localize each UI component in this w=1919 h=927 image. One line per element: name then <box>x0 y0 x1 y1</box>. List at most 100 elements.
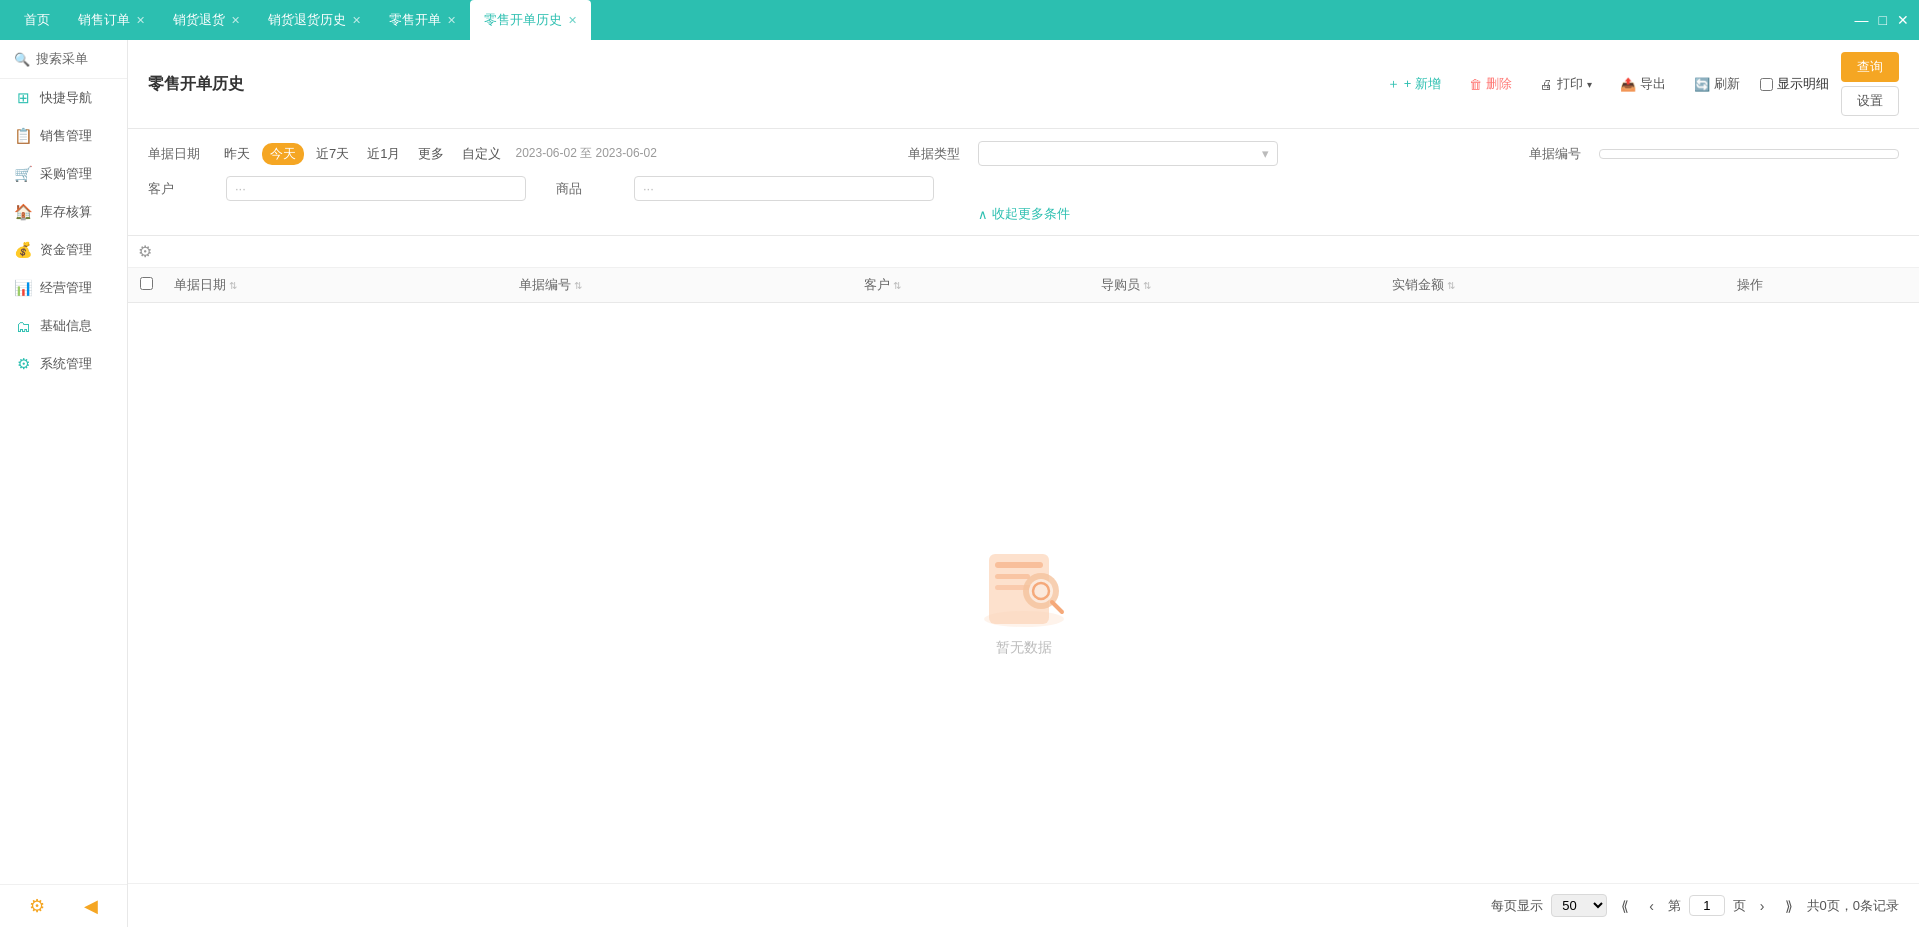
pagination-bar: 每页显示 102050100 ⟪ ‹ 第 页 › ⟫ 共0页，0条记录 <box>128 883 1919 927</box>
tab-close-icon[interactable]: ✕ <box>568 14 577 27</box>
page-suffix: 页 <box>1733 897 1746 915</box>
tab-close-icon[interactable]: ✕ <box>447 14 456 27</box>
tab-sales-order[interactable]: 销售订单✕ <box>64 0 159 40</box>
header-col-action: 操作 <box>1727 268 1919 303</box>
sidebar-purchase-label: 采购管理 <box>40 165 92 183</box>
per-page-select[interactable]: 102050100 <box>1551 894 1607 917</box>
last-page-btn[interactable]: ⟫ <box>1779 896 1799 916</box>
type-select-chevron: ▾ <box>1262 146 1269 161</box>
print-chevron-icon: ▾ <box>1587 79 1592 90</box>
sidebar-item-system[interactable]: ⚙ 系统管理 <box>0 345 127 383</box>
tab-home[interactable]: 首页 <box>10 0 64 40</box>
goods-placeholder: ··· <box>643 181 654 196</box>
tab-close-icon[interactable]: ✕ <box>136 14 145 27</box>
sidebar-item-sales[interactable]: 📋 销售管理 <box>0 117 127 155</box>
main-layout: 🔍 搜索采单 ⊞ 快捷导航 📋 销售管理 🛒 采购管理 🏠 库存核算 💰 资金管… <box>0 40 1919 927</box>
header-col-number[interactable]: 单据编号 ⇅ <box>509 268 854 303</box>
date-opt-近7天[interactable]: 近7天 <box>310 143 355 165</box>
sidebar-operation-label: 经营管理 <box>40 279 92 297</box>
customer-placeholder: ··· <box>235 181 246 196</box>
add-label: + 新增 <box>1404 75 1441 93</box>
total-info: 共0页，0条记录 <box>1807 897 1899 915</box>
export-button[interactable]: 📤 导出 <box>1612 71 1674 97</box>
display-detail-checkbox[interactable] <box>1760 78 1773 91</box>
sidebar-quick-nav-label: 快捷导航 <box>40 89 92 107</box>
col-label-guide: 导购员 <box>1101 277 1140 292</box>
window-close-btn[interactable]: ✕ <box>1897 12 1909 28</box>
number-filter-input[interactable] <box>1599 149 1899 159</box>
delete-label: 删除 <box>1486 75 1512 93</box>
refresh-icon: 🔄 <box>1694 77 1710 92</box>
date-opt-近1月[interactable]: 近1月 <box>361 143 406 165</box>
date-filter-label: 单据日期 <box>148 145 218 163</box>
customer-filter-label: 客户 <box>148 180 218 198</box>
col-label-action: 操作 <box>1737 277 1763 292</box>
table-header-row: 单据日期 ⇅单据编号 ⇅客户 ⇅导购员 ⇅实销金额 ⇅操作 <box>128 268 1919 303</box>
customer-filter-item: 客户 ··· <box>148 176 526 201</box>
export-icon: 📤 <box>1620 77 1636 92</box>
date-opt-今天[interactable]: 今天 <box>262 143 304 165</box>
window-max-btn[interactable]: □ <box>1879 12 1887 28</box>
tab-close-icon[interactable]: ✕ <box>352 14 361 27</box>
tab-sales-return-history[interactable]: 销货退货历史✕ <box>254 0 375 40</box>
query-button[interactable]: 查询 <box>1841 52 1899 82</box>
col-label-amount: 实销金额 <box>1392 277 1444 292</box>
sidebar-search[interactable]: 🔍 搜索采单 <box>0 40 127 79</box>
sidebar: 🔍 搜索采单 ⊞ 快捷导航 📋 销售管理 🛒 采购管理 🏠 库存核算 💰 资金管… <box>0 40 128 927</box>
sidebar-item-finance[interactable]: 💰 资金管理 <box>0 231 127 269</box>
sort-icon-customer: ⇅ <box>890 280 901 291</box>
sidebar-item-inventory[interactable]: 🏠 库存核算 <box>0 193 127 231</box>
display-detail-toggle[interactable]: 显示明细 <box>1760 75 1829 93</box>
page-number-input[interactable] <box>1689 895 1725 916</box>
add-button[interactable]: ＋ + 新增 <box>1379 71 1449 97</box>
sidebar-collapse-icon[interactable]: ◀ <box>84 895 98 917</box>
header-col-guide[interactable]: 导购员 ⇅ <box>1091 268 1382 303</box>
delete-button[interactable]: 🗑 删除 <box>1461 71 1520 97</box>
sidebar-item-operation[interactable]: 📊 经营管理 <box>0 269 127 307</box>
window-controls: — □ ✕ <box>1855 12 1909 28</box>
goods-filter-item: 商品 ··· <box>556 176 934 201</box>
sidebar-items-container: ⊞ 快捷导航 📋 销售管理 🛒 采购管理 🏠 库存核算 💰 资金管理 📊 经营管… <box>0 79 127 383</box>
sidebar-item-purchase[interactable]: 🛒 采购管理 <box>0 155 127 193</box>
header-col-customer[interactable]: 客户 ⇅ <box>854 268 1091 303</box>
filter-area: 单据日期 昨天今天近7天近1月更多自定义 2023-06-02 至 2023-0… <box>128 129 1919 236</box>
sidebar-item-quick-nav[interactable]: ⊞ 快捷导航 <box>0 79 127 117</box>
next-page-btn[interactable]: › <box>1754 896 1771 916</box>
tab-close-icon[interactable]: ✕ <box>231 14 240 27</box>
header-checkbox-col <box>128 268 164 303</box>
collapse-filter-btn[interactable]: ∧ 收起更多条件 <box>148 205 1899 223</box>
header-col-date[interactable]: 单据日期 ⇅ <box>164 268 509 303</box>
sidebar-settings-icon[interactable]: ⚙ <box>29 895 45 917</box>
search-icon: 🔍 <box>14 52 30 67</box>
window-min-btn[interactable]: — <box>1855 12 1869 28</box>
page-title: 零售开单历史 <box>148 74 244 95</box>
sidebar-system-icon: ⚙ <box>14 355 32 373</box>
sidebar-system-label: 系统管理 <box>40 355 92 373</box>
print-label: 打印 <box>1557 75 1583 93</box>
goods-filter-input[interactable]: ··· <box>634 176 934 201</box>
prev-page-btn[interactable]: ‹ <box>1643 896 1660 916</box>
number-filter-label: 单据编号 <box>1529 145 1599 163</box>
date-opt-自定义[interactable]: 自定义 <box>456 143 507 165</box>
tab-sales-return[interactable]: 销货退货✕ <box>159 0 254 40</box>
tab-retail-open[interactable]: 零售开单✕ <box>375 0 470 40</box>
table-settings-icon[interactable]: ⚙ <box>138 242 152 261</box>
svg-rect-3 <box>995 574 1030 579</box>
date-opt-昨天[interactable]: 昨天 <box>218 143 256 165</box>
refresh-button[interactable]: 🔄 刷新 <box>1686 71 1748 97</box>
filter-row-1: 单据日期 昨天今天近7天近1月更多自定义 2023-06-02 至 2023-0… <box>148 141 1899 166</box>
customer-filter-input[interactable]: ··· <box>226 176 526 201</box>
first-page-btn[interactable]: ⟪ <box>1615 896 1635 916</box>
settings-button[interactable]: 设置 <box>1841 86 1899 116</box>
tabs-container: 首页销售订单✕销货退货✕销货退货历史✕零售开单✕零售开单历史✕ <box>10 0 1855 40</box>
svg-line-7 <box>1052 602 1062 612</box>
date-opt-更多[interactable]: 更多 <box>412 143 450 165</box>
select-all-checkbox[interactable] <box>140 277 153 290</box>
type-filter-select[interactable]: ▾ <box>978 141 1278 166</box>
top-tabs-bar: 首页销售订单✕销货退货✕销货退货历史✕零售开单✕零售开单历史✕ — □ ✕ <box>0 0 1919 40</box>
tab-retail-open-history[interactable]: 零售开单历史✕ <box>470 0 591 40</box>
header-col-amount[interactable]: 实销金额 ⇅ <box>1382 268 1727 303</box>
sidebar-inventory-icon: 🏠 <box>14 203 32 221</box>
sidebar-item-basic-info[interactable]: 🗂 基础信息 <box>0 307 127 345</box>
print-button[interactable]: 🖨 打印 ▾ <box>1532 71 1600 97</box>
